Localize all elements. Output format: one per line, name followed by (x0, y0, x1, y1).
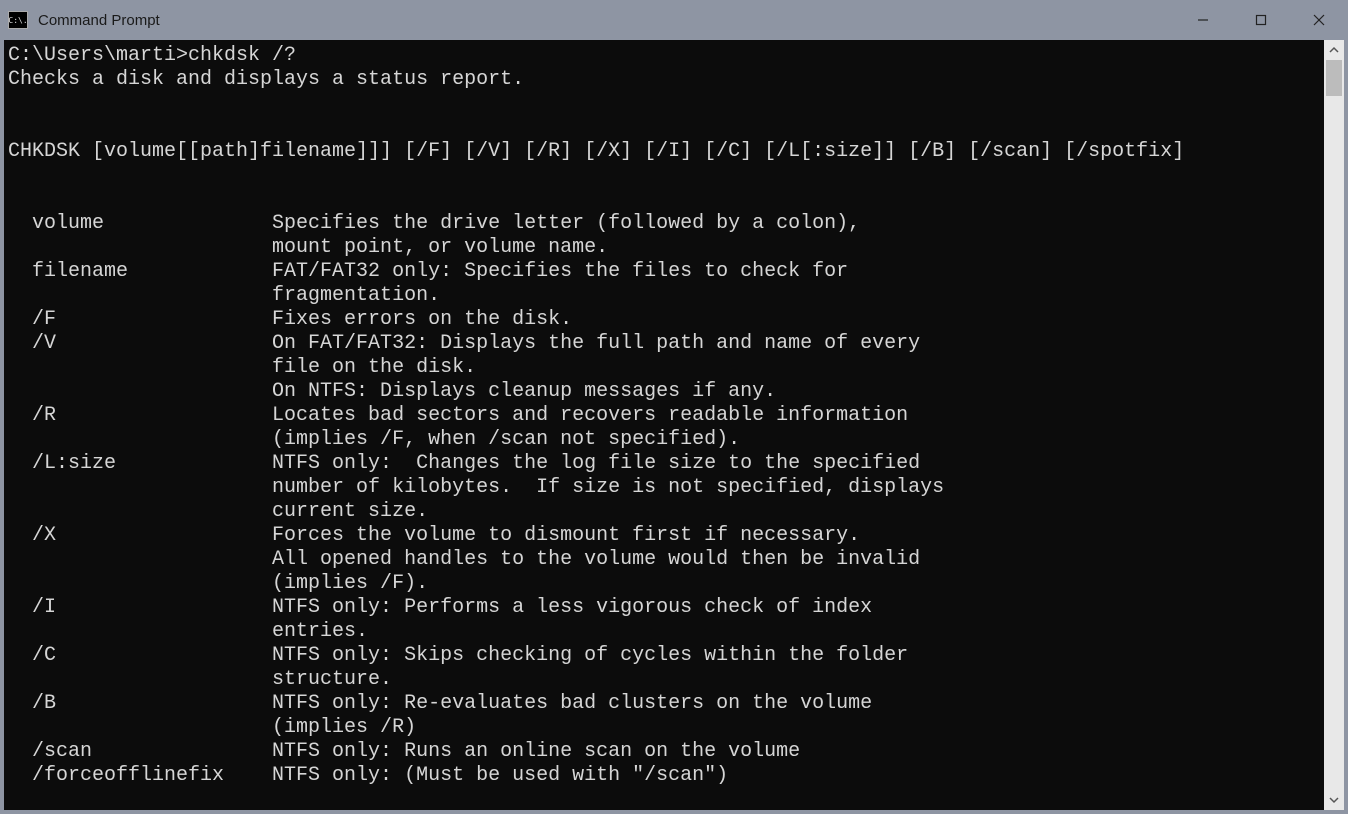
terminal-output[interactable]: C:\Users\marti>chkdsk /? Checks a disk a… (4, 40, 1324, 810)
close-icon (1313, 14, 1325, 26)
maximize-button[interactable] (1232, 0, 1290, 40)
terminal-frame: C:\Users\marti>chkdsk /? Checks a disk a… (4, 40, 1344, 810)
scroll-down-arrow-icon[interactable] (1324, 790, 1344, 810)
app-icon: C:\. (8, 11, 28, 29)
scroll-thumb[interactable] (1326, 60, 1342, 96)
vertical-scrollbar[interactable] (1324, 40, 1344, 810)
scroll-track[interactable] (1324, 60, 1344, 790)
client-area: C:\Users\marti>chkdsk /? Checks a disk a… (0, 40, 1348, 814)
window-title: Command Prompt (38, 12, 160, 29)
minimize-icon (1197, 14, 1209, 26)
scroll-up-arrow-icon[interactable] (1324, 40, 1344, 60)
window-controls (1174, 0, 1348, 40)
maximize-icon (1255, 14, 1267, 26)
titlebar[interactable]: C:\. Command Prompt (0, 0, 1348, 40)
minimize-button[interactable] (1174, 0, 1232, 40)
close-button[interactable] (1290, 0, 1348, 40)
